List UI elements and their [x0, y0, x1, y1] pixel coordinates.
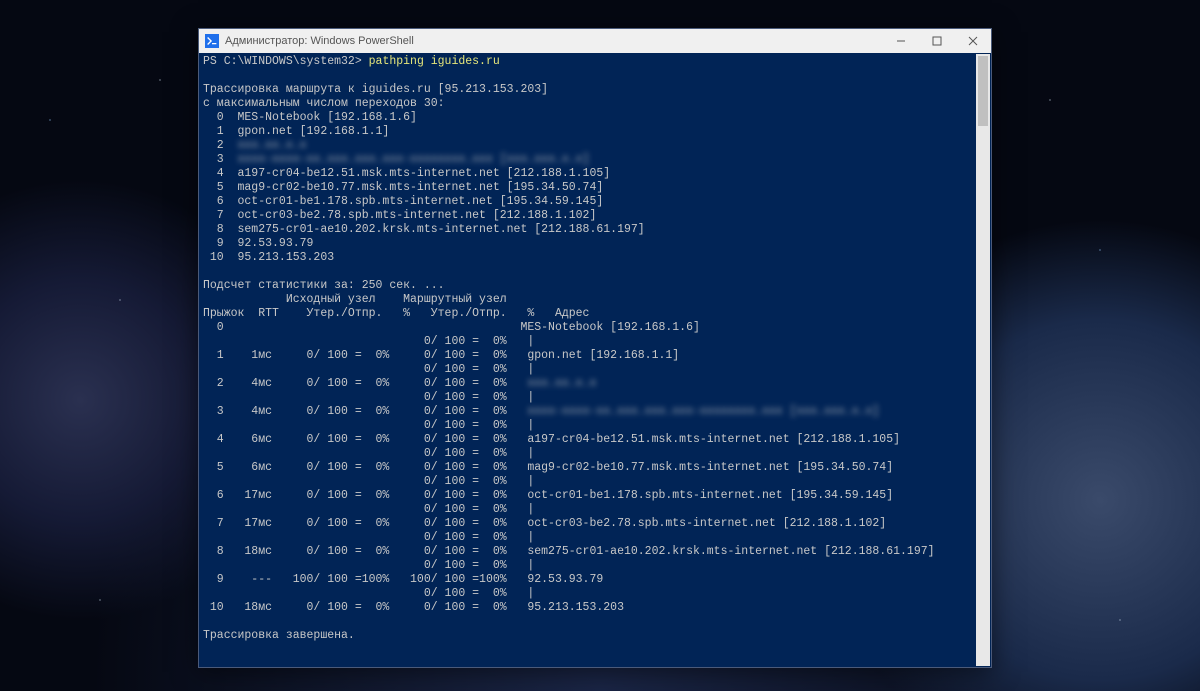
close-button[interactable] [955, 29, 991, 53]
terminal-output[interactable]: PS C:\WINDOWS\system32> pathping iguides… [199, 53, 991, 667]
minimize-button[interactable] [883, 29, 919, 53]
powershell-window: Администратор: Windows PowerShell PS C:\… [198, 28, 992, 668]
maximize-button[interactable] [919, 29, 955, 53]
powershell-icon [205, 34, 219, 48]
scrollbar-thumb[interactable] [978, 56, 988, 126]
scrollbar[interactable] [976, 54, 990, 666]
window-title: Администратор: Windows PowerShell [225, 35, 883, 47]
titlebar[interactable]: Администратор: Windows PowerShell [199, 29, 991, 53]
